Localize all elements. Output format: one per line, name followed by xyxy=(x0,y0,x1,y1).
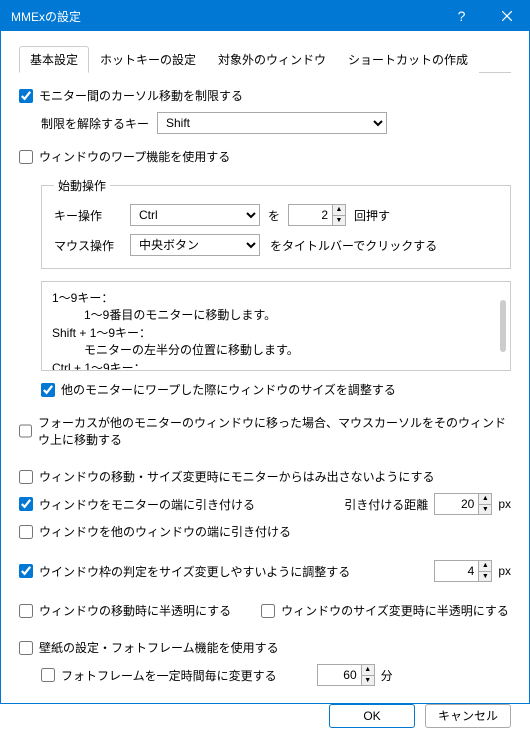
wo-label: を xyxy=(268,207,280,224)
wallpaper-checkbox[interactable] xyxy=(19,641,33,655)
snap-dist-unit: px xyxy=(498,497,511,511)
help-l3: Shift + 1～9キー： xyxy=(52,325,500,342)
snap-dist-input[interactable] xyxy=(434,493,478,515)
trans-resize-label: ウィンドウのサイズ変更時に半透明にする xyxy=(281,602,509,619)
warp-key-select[interactable]: Ctrl xyxy=(130,204,260,226)
titlebar: MMExの設定 ? xyxy=(1,1,529,31)
photoframe-interval-checkbox[interactable] xyxy=(41,668,55,682)
warp-times-stepper[interactable]: ▲▼ xyxy=(332,204,346,226)
tab-bar: 基本設定 ホットキーの設定 対象外のウィンドウ ショートカットの作成 xyxy=(19,45,511,73)
close-icon[interactable] xyxy=(484,1,529,31)
photoframe-interval-label: フォトフレームを一定時間毎に変更する xyxy=(61,667,277,684)
frame-adjust-label: ウインドウ枠の判定をサイズ変更しやすいように調整する xyxy=(39,563,350,580)
frame-adjust-stepper[interactable]: ▲▼ xyxy=(478,560,492,582)
snap-monitor-label: ウィンドウをモニターの端に引き付ける xyxy=(39,496,255,513)
warp-mouse-select[interactable]: 中央ボタン xyxy=(130,234,260,256)
cancel-button[interactable]: キャンセル xyxy=(425,704,511,728)
tab-exclude[interactable]: 対象外のウィンドウ xyxy=(207,46,337,73)
help-l2: 1～9番目のモニターに移動します。 xyxy=(52,307,500,324)
limit-cursor-label: モニター間のカーソル移動を制限する xyxy=(39,87,243,104)
wallpaper-label: 壁紙の設定・フォトフレーム機能を使用する xyxy=(39,639,279,656)
help-scrollbar[interactable] xyxy=(500,300,506,352)
help-l5: Ctrl + 1～9キー： xyxy=(52,360,500,371)
help-icon[interactable]: ? xyxy=(439,1,484,31)
warp-resize-label: 他のモニターにワープした際にウィンドウのサイズを調整する xyxy=(61,381,396,398)
tab-shortcut[interactable]: ショートカットの作成 xyxy=(337,46,479,73)
snap-dist-stepper[interactable]: ▲▼ xyxy=(478,493,492,515)
release-key-label: 制限を解除するキー xyxy=(41,115,151,132)
warp-trigger-legend: 始動操作 xyxy=(54,177,110,194)
limit-cursor-checkbox[interactable] xyxy=(19,89,33,103)
warp-times-label: 回押す xyxy=(354,207,390,224)
warp-times-input[interactable] xyxy=(288,204,332,226)
warp-help-box: 1～9キー： 1～9番目のモニターに移動します。 Shift + 1～9キー： … xyxy=(41,281,511,371)
tab-basic[interactable]: 基本設定 xyxy=(19,46,89,73)
warp-checkbox[interactable] xyxy=(19,150,33,164)
warp-key-label: キー操作 xyxy=(54,207,124,224)
warp-resize-checkbox[interactable] xyxy=(41,383,55,397)
window-title: MMExの設定 xyxy=(11,8,439,25)
dialog-buttons: OK キャンセル xyxy=(19,694,511,734)
trans-move-checkbox[interactable] xyxy=(19,604,33,618)
tab-hotkey[interactable]: ホットキーの設定 xyxy=(89,46,207,73)
snap-dist-label: 引き付ける距離 xyxy=(344,496,428,513)
snap-window-label: ウィンドウを他のウィンドウの端に引き付ける xyxy=(39,523,291,540)
focus-move-label: フォーカスが他のモニターのウィンドウに移った場合、マウスカーソルをそのウィンドウ… xyxy=(38,414,511,448)
focus-move-checkbox[interactable] xyxy=(19,424,32,438)
warp-label: ウィンドウのワープ機能を使用する xyxy=(39,148,230,165)
no-overflow-checkbox[interactable] xyxy=(19,470,33,484)
trans-resize-checkbox[interactable] xyxy=(261,604,275,618)
warp-mouse-label: マウス操作 xyxy=(54,237,124,254)
help-l1: 1～9キー： xyxy=(52,290,500,307)
photoframe-interval-stepper[interactable]: ▲▼ xyxy=(361,664,375,686)
photoframe-interval-input[interactable] xyxy=(317,664,361,686)
help-l4: モニターの左半分の位置に移動します。 xyxy=(52,342,500,359)
settings-dialog: MMExの設定 ? 基本設定 ホットキーの設定 対象外のウィンドウ ショートカッ… xyxy=(0,0,530,704)
frame-adjust-unit: px xyxy=(498,564,511,578)
frame-adjust-input[interactable] xyxy=(434,560,478,582)
warp-trigger-group: 始動操作 キー操作 Ctrl を ▲▼ 回押す マウス操作 中央ボタン をタイト… xyxy=(41,177,511,269)
dialog-body: 基本設定 ホットキーの設定 対象外のウィンドウ ショートカットの作成 モニター間… xyxy=(1,31,529,744)
snap-window-checkbox[interactable] xyxy=(19,525,33,539)
snap-monitor-checkbox[interactable] xyxy=(19,497,33,511)
release-key-select[interactable]: Shift xyxy=(157,112,387,134)
warp-mouse-desc: をタイトルバーでクリックする xyxy=(270,237,437,254)
frame-adjust-checkbox[interactable] xyxy=(19,564,33,578)
ok-button[interactable]: OK xyxy=(329,704,415,728)
trans-move-label: ウィンドウの移動時に半透明にする xyxy=(39,602,231,619)
no-overflow-label: ウィンドウの移動・サイズ変更時にモニターからはみ出さないようにする xyxy=(39,468,435,485)
photoframe-interval-unit: 分 xyxy=(381,667,393,684)
